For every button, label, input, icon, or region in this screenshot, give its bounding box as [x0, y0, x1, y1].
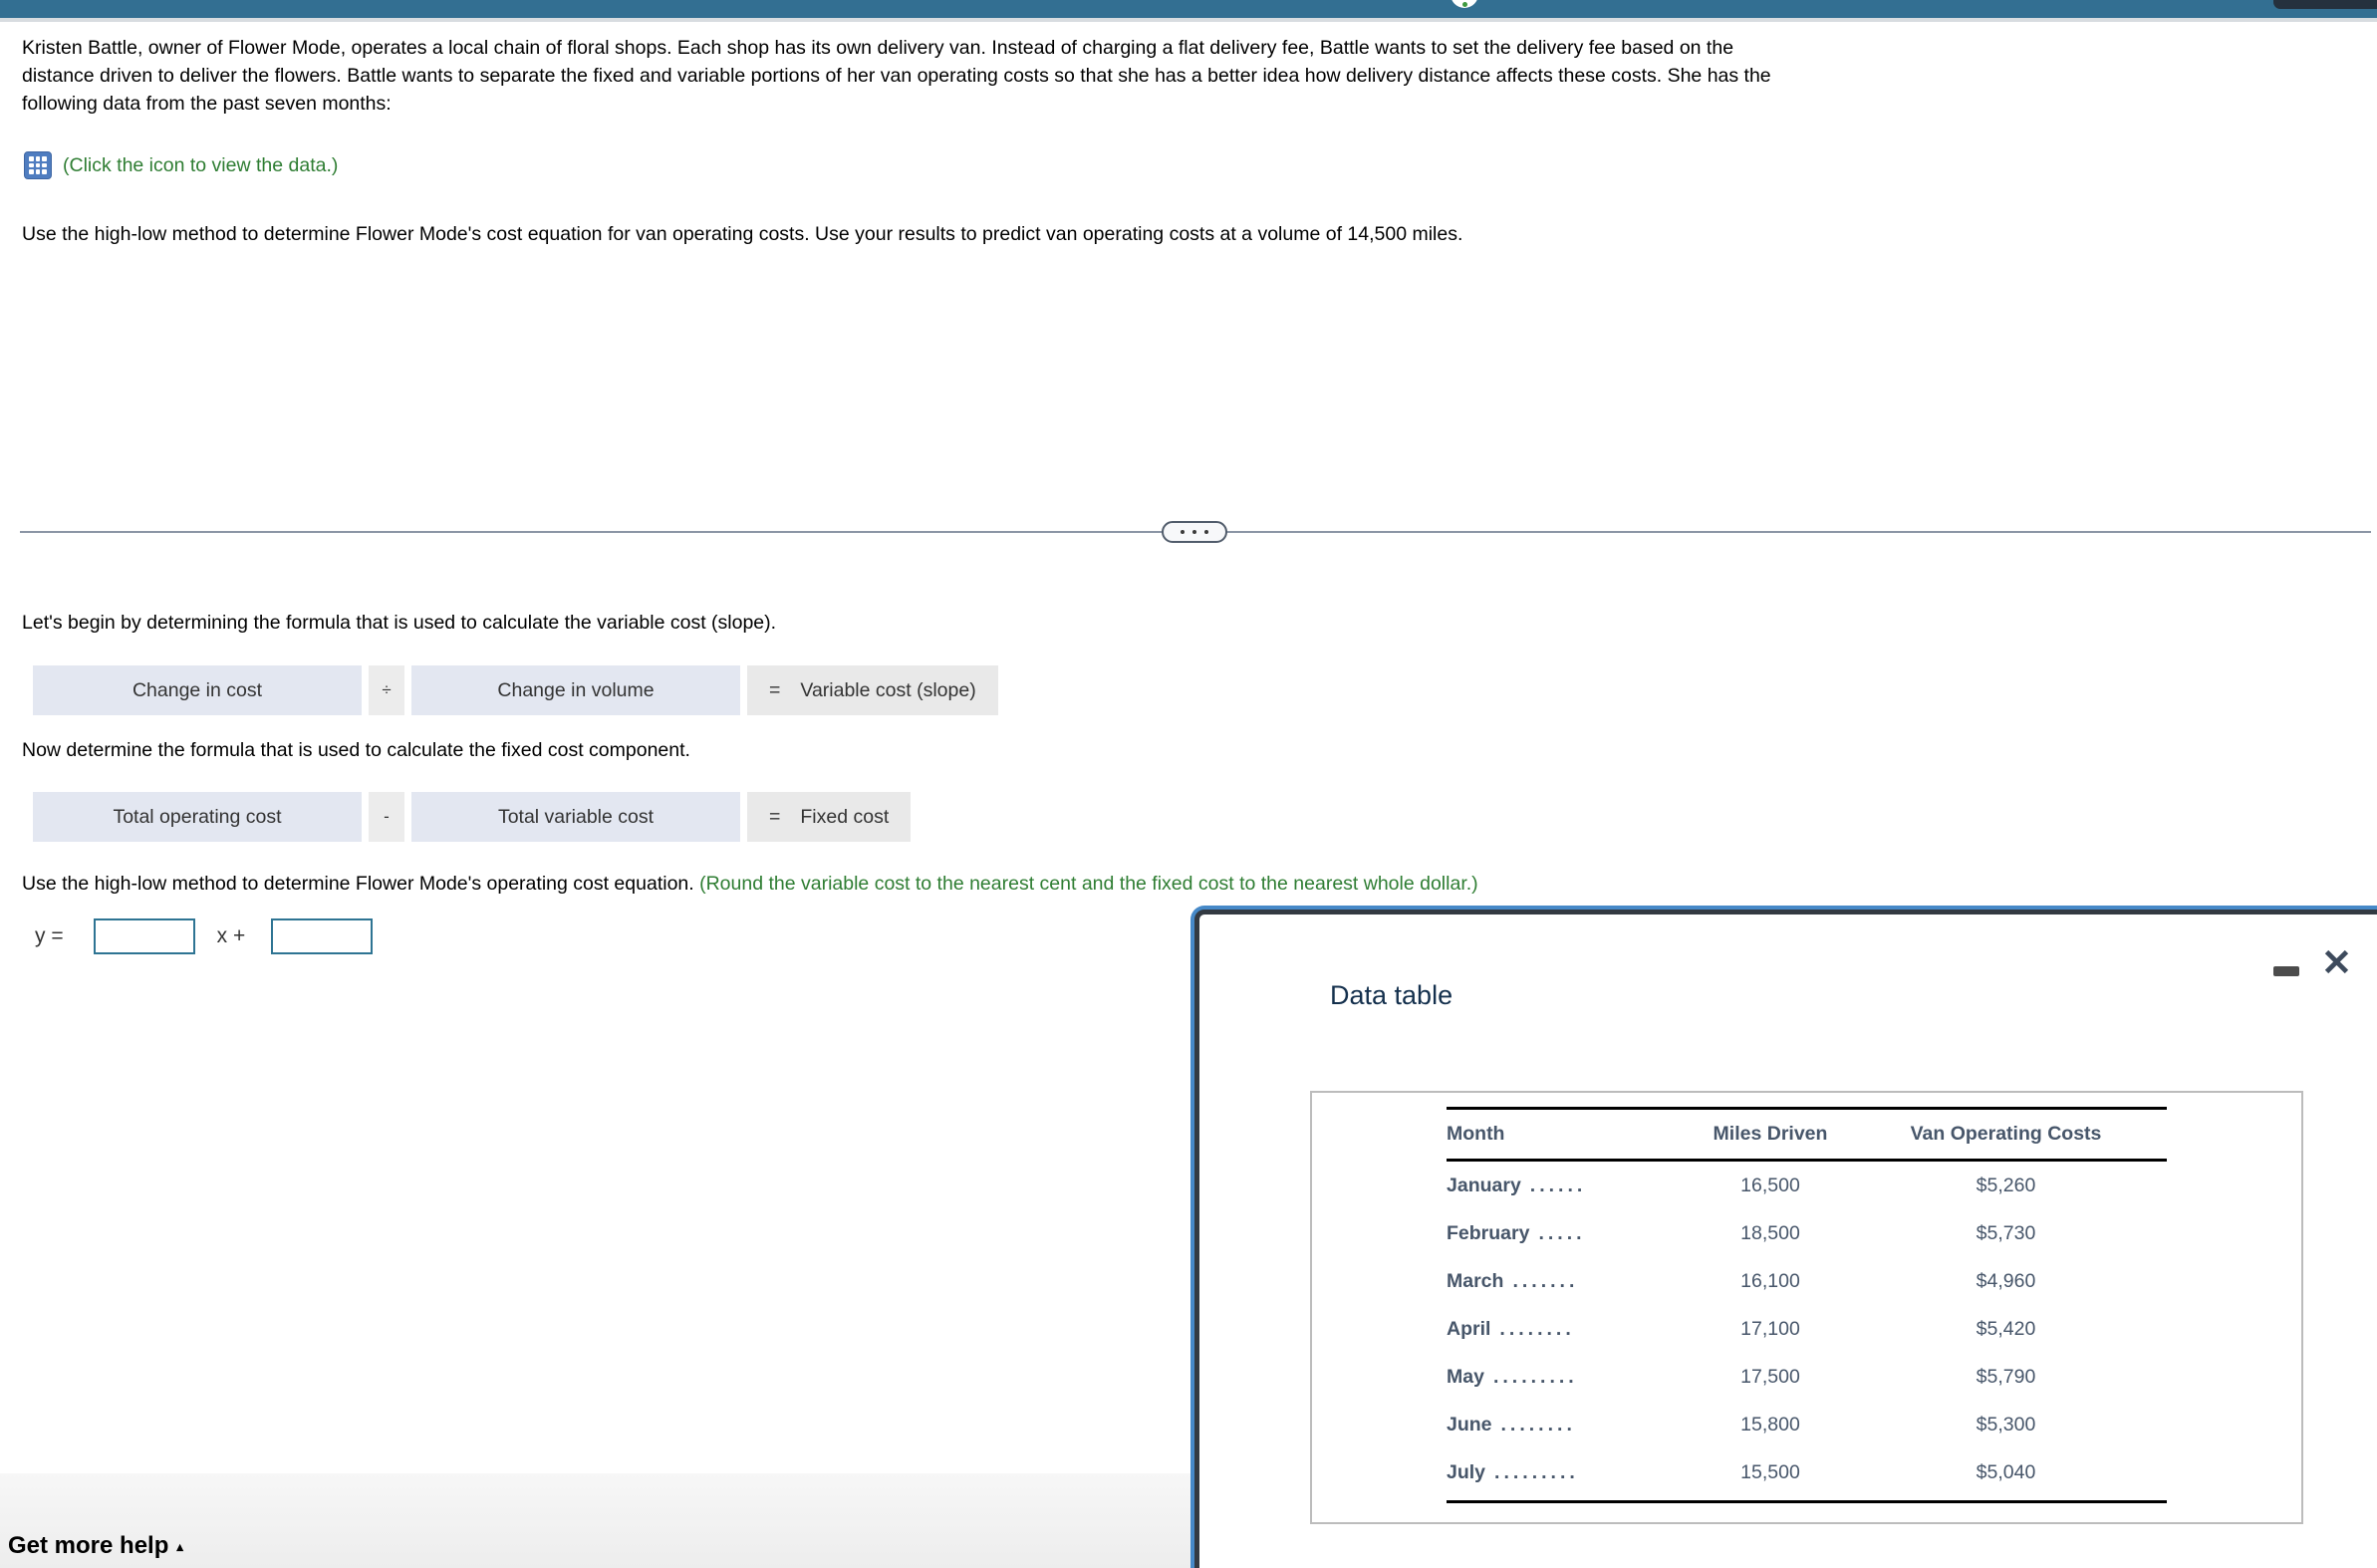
equals-sign: =: [769, 678, 781, 701]
data-link-row: (Click the icon to view the data.): [24, 151, 338, 179]
cropped-avatar-icon: [1451, 0, 1478, 8]
header-month: Month: [1447, 1123, 1505, 1145]
main-instruction: Use the high-low method to determine Flo…: [22, 223, 1463, 245]
table-row: July......... 15,500 $5,040: [1447, 1461, 2036, 1483]
close-icon[interactable]: ✕: [2321, 944, 2352, 981]
equation-lhs-label: y =: [35, 924, 64, 947]
dialog-title: Data table: [1330, 980, 1453, 1010]
equation-mid-label: x +: [216, 924, 246, 947]
slope-result-box: = Variable cost (slope): [747, 665, 998, 715]
rounding-note: (Round the variable cost to the nearest …: [699, 873, 1478, 895]
problem-line-2: distance driven to deliver the flowers. …: [22, 65, 1771, 87]
slope-term2-answer[interactable]: Change in volume: [411, 665, 740, 715]
cost-equation-row: y = x +: [35, 918, 374, 954]
header-miles: Miles Driven: [1713, 1123, 1828, 1145]
divide-operator: ÷: [369, 665, 404, 715]
slope-formula-row: Change in cost ÷ Change in volume = Vari…: [33, 665, 998, 715]
equals-sign: =: [769, 805, 781, 828]
data-table-icon[interactable]: [24, 151, 52, 179]
problem-line-3: following data from the past seven month…: [22, 93, 392, 115]
table-row: February..... 18,500 $5,730: [1447, 1222, 2036, 1244]
data-table-container: Month Miles Driven Van Operating Costs J…: [1310, 1091, 2303, 1524]
fixed-term2-answer[interactable]: Total variable cost: [411, 792, 740, 842]
top-bar: [0, 0, 2377, 22]
fixed-intro: Now determine the formula that is used t…: [22, 739, 690, 761]
data-table: Month Miles Driven Van Operating Costs J…: [1447, 1107, 2167, 1503]
slope-term1-answer[interactable]: Change in cost: [33, 665, 362, 715]
minimize-icon[interactable]: [2273, 966, 2299, 976]
fixed-term1-answer[interactable]: Total operating cost: [33, 792, 362, 842]
slope-intro: Let's begin by determining the formula t…: [22, 612, 777, 634]
minus-operator: -: [369, 792, 404, 842]
view-data-link[interactable]: (Click the icon to view the data.): [63, 154, 338, 177]
fixed-result-box: = Fixed cost: [747, 792, 912, 842]
slope-result-label: Variable cost (slope): [800, 678, 976, 701]
expand-collapse-button[interactable]: [1162, 521, 1227, 543]
problem-line-1: Kristen Battle, owner of Flower Mode, op…: [22, 37, 1734, 59]
page: Kristen Battle, owner of Flower Mode, op…: [0, 0, 2377, 1568]
table-row: June........ 15,800 $5,300: [1447, 1414, 2036, 1436]
fixed-cost-input[interactable]: [271, 918, 374, 954]
chevron-up-icon: ▴: [176, 1539, 183, 1554]
problem-statement: Kristen Battle, owner of Flower Mode, op…: [22, 34, 2363, 118]
equation-instruction: Use the high-low method to determine Flo…: [22, 873, 1478, 895]
data-table-dialog: Data table ✕ Month Miles Driven Van Oper…: [1190, 906, 2377, 1568]
table-row: April........ 17,100 $5,420: [1447, 1318, 2036, 1340]
table-header-row: Month Miles Driven Van Operating Costs: [1447, 1107, 2167, 1162]
fixed-result-label: Fixed cost: [800, 805, 890, 828]
table-row: May......... 17,500 $5,790: [1447, 1366, 2036, 1388]
table-row: January...... 16,500 $5,260: [1447, 1175, 2036, 1196]
get-more-help-button[interactable]: Get more help ▴: [8, 1532, 183, 1560]
fixed-formula-row: Total operating cost - Total variable co…: [33, 792, 912, 842]
variable-cost-input[interactable]: [93, 918, 195, 954]
header-costs: Van Operating Costs: [1910, 1123, 2102, 1145]
ellipsis-icon: [1181, 530, 1185, 534]
table-row: March....... 16,100 $4,960: [1447, 1270, 2036, 1292]
cropped-corner-panel: [2273, 0, 2377, 9]
